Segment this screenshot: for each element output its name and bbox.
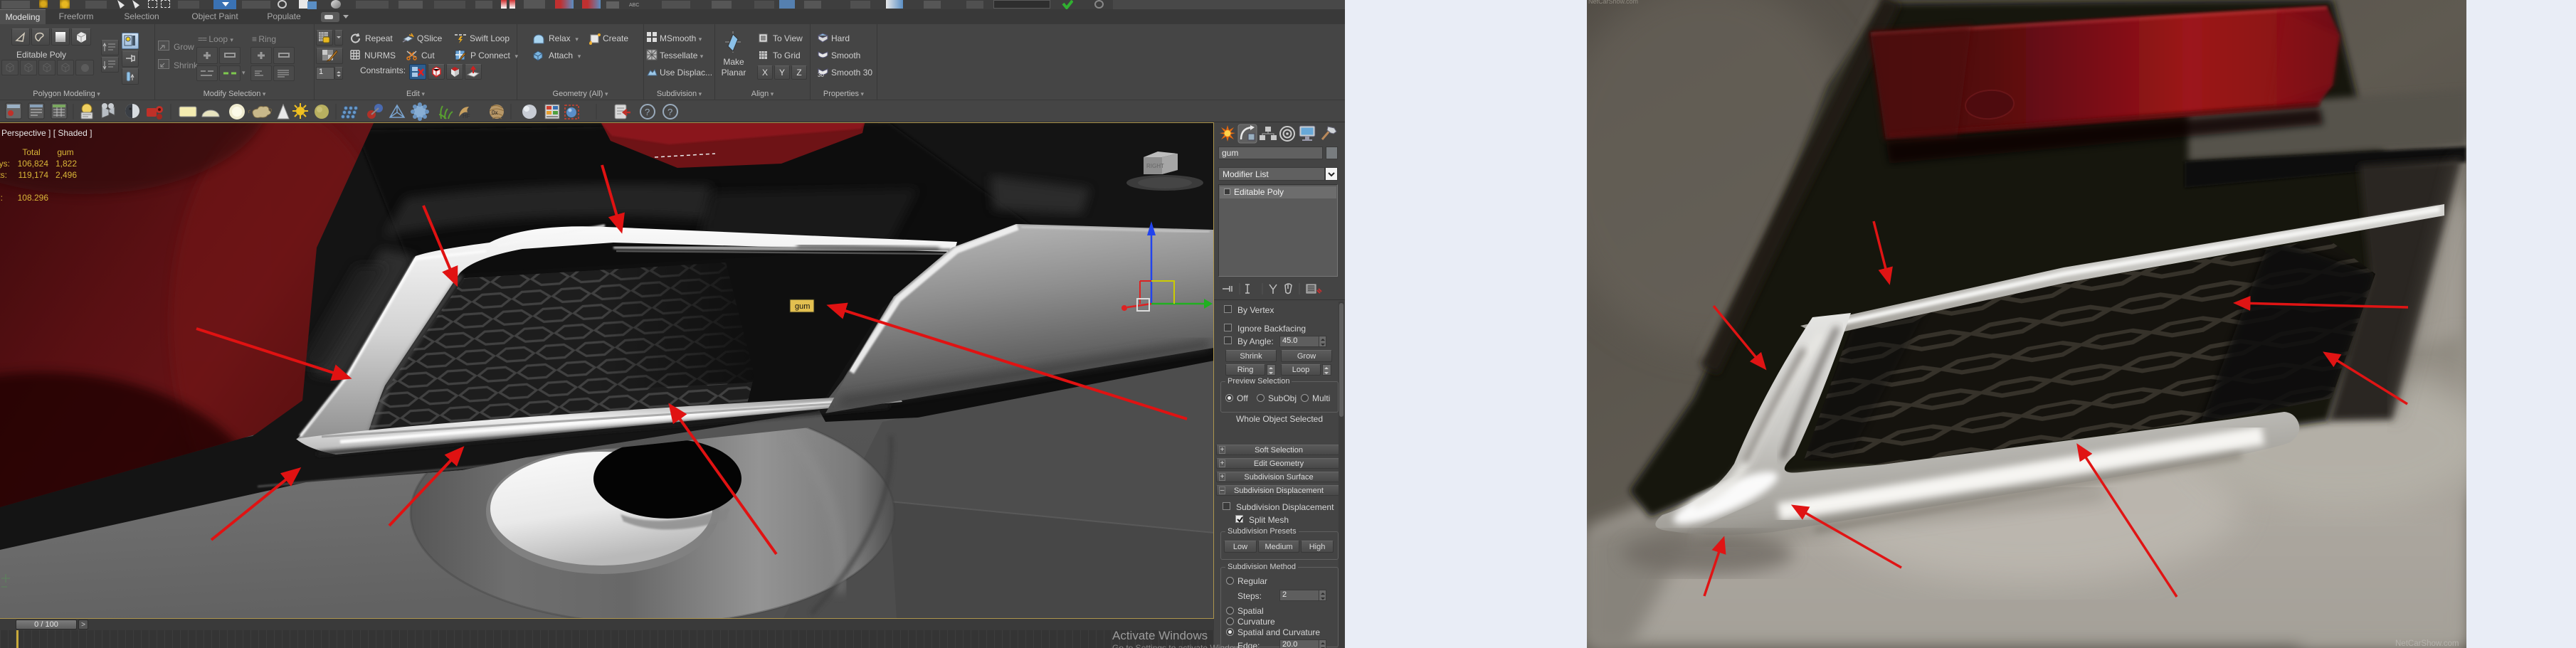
svg-text:HF: HF xyxy=(463,113,470,119)
svg-text:RIGHT: RIGHT xyxy=(1146,163,1164,169)
svg-text:gum: gum xyxy=(795,302,810,311)
svg-text:?: ? xyxy=(645,107,650,117)
svg-text:0x: 0x xyxy=(492,110,497,116)
svg-text:30: 30 xyxy=(818,72,824,78)
svg-text:NetCarShow.com: NetCarShow.com xyxy=(2395,639,2459,648)
svg-text:NetCarShow.com: NetCarShow.com xyxy=(1588,0,1638,5)
svg-text:?: ? xyxy=(667,107,672,117)
